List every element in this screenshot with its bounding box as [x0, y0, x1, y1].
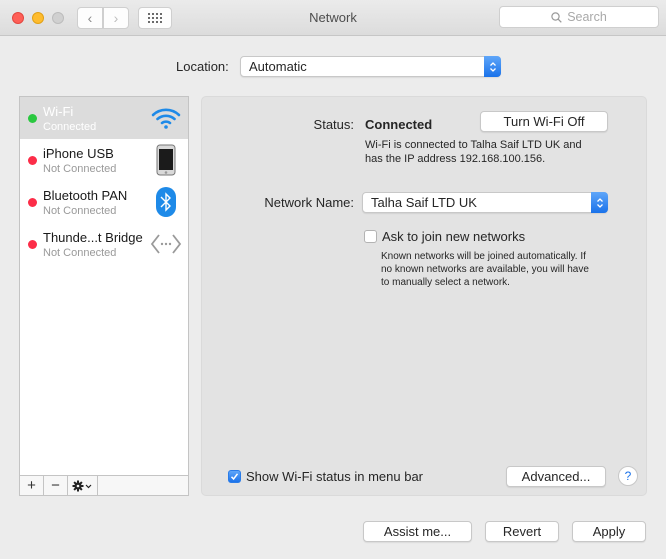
- location-popup[interactable]: Automatic: [240, 56, 501, 77]
- ask-join-checkbox[interactable]: [364, 230, 377, 243]
- gear-icon: [72, 480, 91, 491]
- service-status: Connected: [43, 121, 97, 133]
- chevron-right-icon: ›: [113, 10, 119, 26]
- close-window-button[interactable]: [12, 12, 24, 24]
- ask-join-help-line-2: no known networks are available, you wil…: [381, 264, 589, 275]
- remove-service-button[interactable]: −: [44, 476, 68, 495]
- search-icon: [551, 11, 562, 23]
- plus-icon: +: [27, 477, 36, 494]
- show-wifi-status-label: Show Wi-Fi status in menu bar: [246, 469, 424, 484]
- grid-icon: [148, 13, 162, 23]
- network-name-value: Talha Saif LTD UK: [371, 195, 477, 210]
- service-list: Wi-Fi Connected iPhone USB Not Connected…: [19, 96, 189, 496]
- assist-me-button[interactable]: Assist me...: [363, 521, 472, 542]
- chevron-left-icon: ‹: [87, 10, 93, 26]
- service-iphone-usb[interactable]: iPhone USB Not Connected: [20, 139, 188, 181]
- status-dot-disconnected: [28, 198, 37, 207]
- status-dot-disconnected: [28, 156, 37, 165]
- advanced-button[interactable]: Advanced...: [506, 466, 606, 487]
- wifi-icon: [150, 102, 182, 134]
- status-description-line-2: has the IP address 192.168.100.156.: [365, 153, 546, 165]
- status-description-line-1: Wi-Fi is connected to Talha Saif LTD UK …: [365, 139, 582, 151]
- service-bluetooth-pan[interactable]: Bluetooth PAN Not Connected: [20, 181, 188, 223]
- action-menu-button[interactable]: [68, 476, 98, 495]
- add-service-button[interactable]: +: [20, 476, 44, 495]
- status-dot-connected: [28, 114, 37, 123]
- service-list-toolbar: + −: [20, 475, 188, 495]
- search-field[interactable]: Search: [499, 6, 659, 28]
- apply-button[interactable]: Apply: [572, 521, 646, 542]
- service-status: Not Connected: [43, 163, 117, 175]
- turn-wifi-off-button[interactable]: Turn Wi-Fi Off: [480, 111, 608, 132]
- thunderbolt-bridge-icon: [150, 228, 182, 260]
- location-label: Location:: [176, 59, 229, 74]
- wifi-detail-panel: Status: Connected Turn Wi-Fi Off Wi-Fi i…: [201, 96, 647, 496]
- ask-join-help-line-1: Known networks will be joined automatica…: [381, 251, 586, 262]
- service-name: iPhone USB: [43, 146, 114, 161]
- show-wifi-status-checkbox[interactable]: [228, 470, 241, 483]
- minimize-window-button[interactable]: [32, 12, 44, 24]
- ask-join-label: Ask to join new networks: [382, 229, 526, 244]
- show-all-button[interactable]: [138, 7, 172, 29]
- back-button[interactable]: ‹: [77, 7, 103, 29]
- updown-arrows-icon: [484, 56, 501, 77]
- checkmark-icon: [230, 473, 239, 481]
- service-name: Bluetooth PAN: [43, 188, 128, 203]
- service-name: Wi-Fi: [43, 104, 74, 119]
- service-status: Not Connected: [43, 247, 117, 259]
- question-mark-icon: ?: [624, 469, 632, 483]
- location-value: Automatic: [249, 59, 307, 74]
- service-name: Thunde...t Bridge: [43, 230, 143, 245]
- status-dot-disconnected: [28, 240, 37, 249]
- search-placeholder: Search: [567, 10, 607, 24]
- forward-button[interactable]: ›: [103, 7, 129, 29]
- status-value: Connected: [365, 117, 433, 132]
- revert-button[interactable]: Revert: [485, 521, 559, 542]
- iphone-icon: [150, 144, 182, 176]
- title-bar: ‹ › Network Search: [0, 0, 666, 36]
- service-thunderbolt-bridge[interactable]: Thunde...t Bridge Not Connected: [20, 223, 188, 265]
- help-button[interactable]: ?: [618, 466, 638, 486]
- service-wifi[interactable]: Wi-Fi Connected: [20, 97, 188, 139]
- network-name-label: Network Name:: [264, 195, 354, 210]
- updown-arrows-icon: [591, 192, 608, 213]
- network-name-popup[interactable]: Talha Saif LTD UK: [362, 192, 608, 213]
- minus-icon: −: [51, 477, 60, 494]
- status-label: Status:: [313, 117, 354, 132]
- service-status: Not Connected: [43, 205, 117, 217]
- zoom-window-button[interactable]: [52, 12, 64, 24]
- ask-join-help-line-3: to manually select a network.: [381, 277, 510, 288]
- bluetooth-icon: [150, 186, 182, 218]
